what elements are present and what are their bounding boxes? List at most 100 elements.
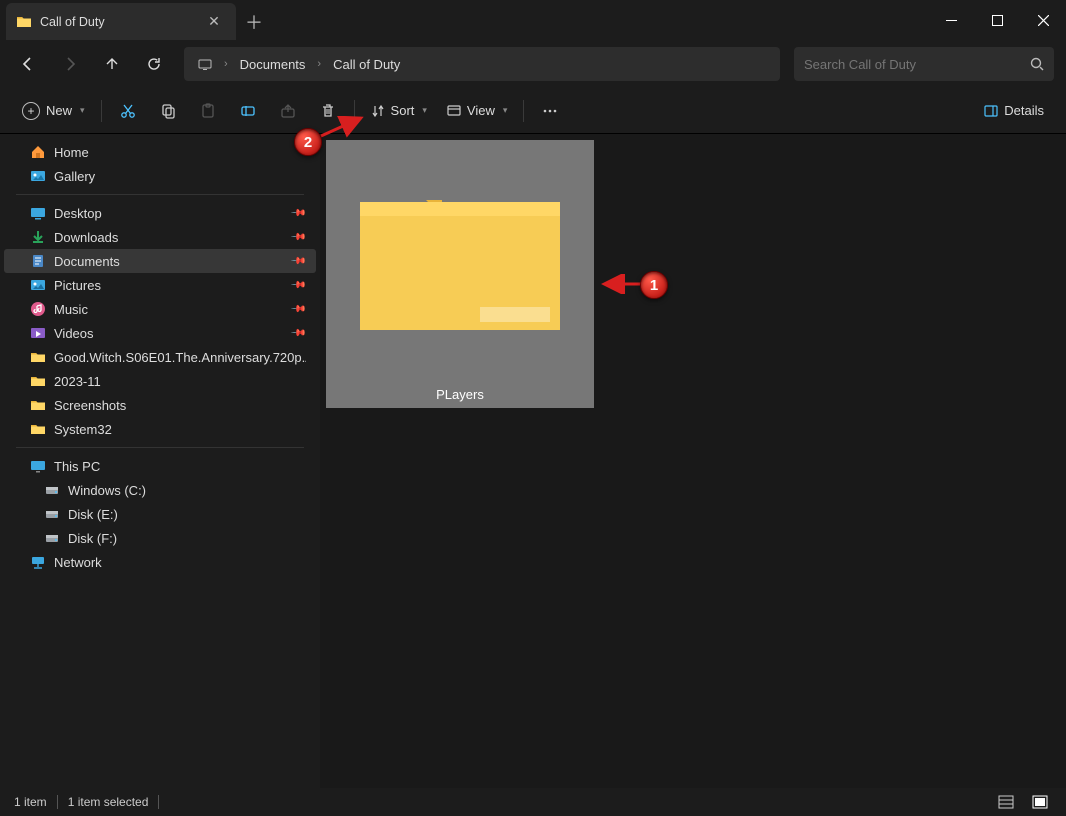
sidebar-item-label: Disk (E:) (68, 507, 118, 522)
minimize-button[interactable] (928, 0, 974, 40)
address-root-icon[interactable] (190, 53, 220, 75)
rename-icon (240, 103, 256, 119)
documents-icon (30, 253, 46, 269)
sidebar-item-label: Disk (F:) (68, 531, 117, 546)
cut-button[interactable] (108, 94, 148, 128)
pictures-icon (30, 277, 46, 293)
folder-icon (30, 373, 46, 389)
folder-icon (30, 349, 46, 365)
sidebar-item[interactable]: 2023-11 (4, 369, 316, 393)
downloads-icon (30, 229, 46, 245)
refresh-button[interactable] (134, 46, 174, 82)
status-selected-count: 1 item selected (68, 795, 149, 809)
status-item-count: 1 item (14, 795, 47, 809)
trash-icon (320, 103, 336, 119)
sidebar-item[interactable]: Network (4, 550, 316, 574)
scissors-icon (120, 103, 136, 119)
view-icon (447, 104, 461, 118)
window-tab[interactable]: Call of Duty ✕ (6, 3, 236, 40)
folder-item-players[interactable]: PLayers (326, 140, 594, 408)
view-thumbnails-button[interactable] (1028, 792, 1052, 812)
up-button[interactable] (92, 46, 132, 82)
tab-close-button[interactable]: ✕ (202, 10, 226, 34)
plus-icon: + (22, 102, 40, 120)
sidebar-item[interactable]: Good.Witch.S06E01.The.Anniversary.720p.A… (4, 345, 316, 369)
sidebar-item-label: Downloads (54, 230, 118, 245)
sidebar-item[interactable]: Music📌 (4, 297, 316, 321)
window-controls (928, 0, 1066, 40)
tab-title: Call of Duty (40, 15, 194, 29)
maximize-button[interactable] (974, 0, 1020, 40)
view-label: View (467, 103, 495, 118)
sidebar-item[interactable]: Gallery (4, 164, 316, 188)
share-button[interactable] (268, 94, 308, 128)
new-tab-button[interactable]: ＋ (236, 3, 272, 40)
pin-icon: 📌 (289, 253, 306, 270)
back-button[interactable] (8, 46, 48, 82)
sidebar-item-label: Screenshots (54, 398, 126, 413)
details-icon (984, 104, 998, 118)
close-button[interactable] (1020, 0, 1066, 40)
forward-button[interactable] (50, 46, 90, 82)
sidebar-item[interactable]: Desktop📌 (4, 201, 316, 225)
sidebar: HomeGallery Desktop📌Downloads📌Documents📌… (0, 134, 320, 788)
sidebar-item-label: Windows (C:) (68, 483, 146, 498)
content-pane[interactable]: PLayers 1 (320, 134, 1066, 788)
sidebar-item[interactable]: Disk (E:) (4, 502, 316, 526)
annotation-1 (600, 274, 660, 294)
sidebar-item[interactable]: Windows (C:) (4, 478, 316, 502)
network-icon (30, 554, 46, 570)
sidebar-item[interactable]: Downloads📌 (4, 225, 316, 249)
details-pane-button[interactable]: Details (974, 94, 1054, 128)
details-label: Details (1004, 103, 1044, 118)
new-button[interactable]: + New ▾ (12, 94, 95, 128)
sidebar-item[interactable]: Screenshots (4, 393, 316, 417)
sidebar-item[interactable]: System32 (4, 417, 316, 441)
copy-icon (160, 103, 176, 119)
sidebar-item-label: Pictures (54, 278, 101, 293)
ellipsis-icon (542, 103, 558, 119)
sidebar-item-label: Gallery (54, 169, 95, 184)
sidebar-item-label: Music (54, 302, 88, 317)
search-icon (1030, 57, 1044, 71)
sidebar-item[interactable]: Documents 📌 (4, 249, 316, 273)
sidebar-item-label: Documents (54, 254, 120, 269)
toolbar: + New ▾ Sort ▾ View ▾ Details (0, 88, 1066, 134)
sort-button[interactable]: Sort ▾ (361, 94, 437, 128)
sidebar-item-label: This PC (54, 459, 100, 474)
delete-button[interactable] (308, 94, 348, 128)
more-button[interactable] (530, 94, 570, 128)
share-icon (280, 103, 296, 119)
pin-icon: 📌 (289, 205, 306, 222)
pin-icon: 📌 (289, 277, 306, 294)
sidebar-item[interactable]: This PC (4, 454, 316, 478)
drive-icon (44, 530, 60, 546)
breadcrumb-current[interactable]: Call of Duty (325, 53, 408, 76)
titlebar: Call of Duty ✕ ＋ (0, 0, 1066, 40)
desktop-icon (30, 205, 46, 221)
sidebar-item[interactable]: Videos📌 (4, 321, 316, 345)
sidebar-item-label: Videos (54, 326, 94, 341)
search-box[interactable] (794, 47, 1054, 81)
address-bar[interactable]: › Documents › Call of Duty (184, 47, 780, 81)
copy-button[interactable] (148, 94, 188, 128)
sidebar-item[interactable]: Disk (F:) (4, 526, 316, 550)
rename-button[interactable] (228, 94, 268, 128)
view-details-button[interactable] (994, 792, 1018, 812)
folder-icon (350, 172, 570, 342)
chevron-down-icon: ▾ (80, 105, 85, 116)
search-input[interactable] (804, 57, 1030, 72)
folder-icon (30, 397, 46, 413)
folder-label: PLayers (436, 387, 484, 402)
sidebar-item[interactable]: Home (4, 140, 316, 164)
sidebar-item[interactable]: Pictures 📌 (4, 273, 316, 297)
paste-button[interactable] (188, 94, 228, 128)
chevron-down-icon: ▾ (503, 105, 508, 116)
home-icon (30, 144, 46, 160)
view-button[interactable]: View ▾ (437, 94, 517, 128)
chevron-down-icon: ▾ (422, 105, 427, 116)
breadcrumb-documents[interactable]: Documents (232, 53, 314, 76)
sidebar-item-label: Network (54, 555, 102, 570)
sort-label: Sort (391, 103, 415, 118)
gallery-icon (30, 168, 46, 184)
